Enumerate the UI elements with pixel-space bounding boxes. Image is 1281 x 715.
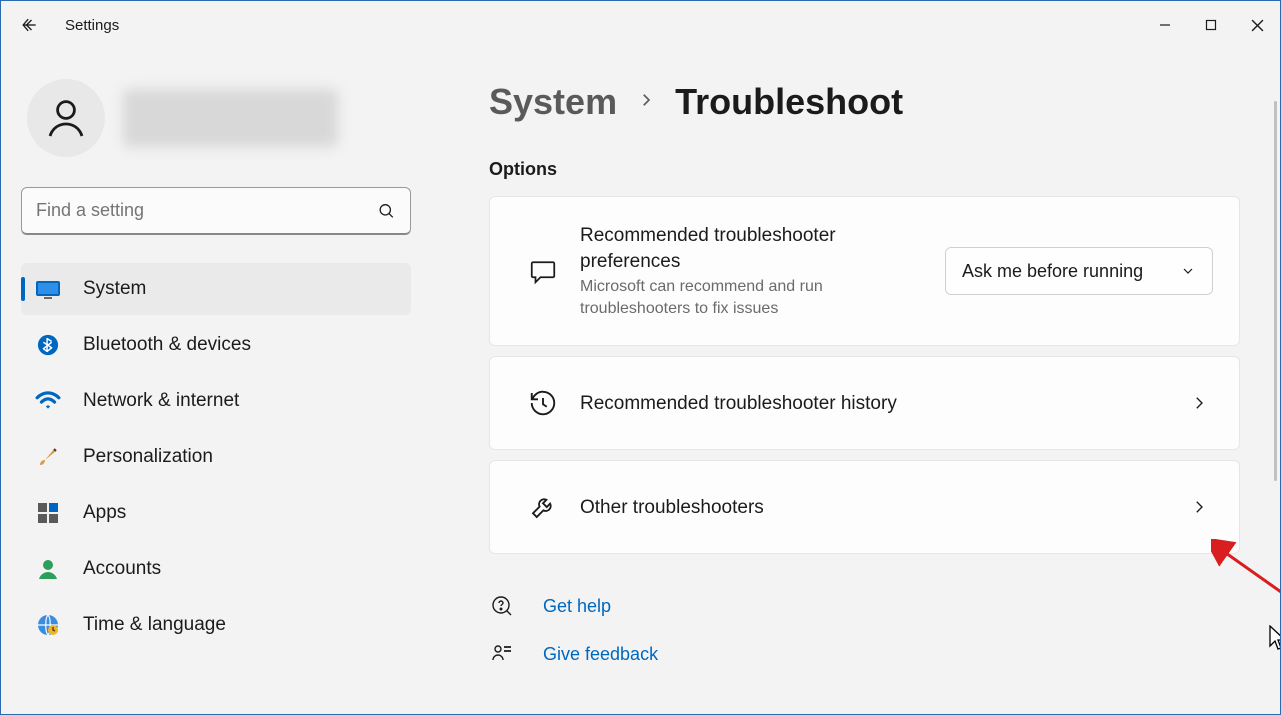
sidebar-item-label: System (83, 278, 146, 300)
breadcrumb-current: Troubleshoot (675, 81, 903, 123)
dropdown-value: Ask me before running (962, 261, 1143, 282)
breadcrumb-parent[interactable]: System (489, 81, 617, 123)
card-body: Recommended troubleshooter history (570, 391, 1185, 417)
card-body: Recommended troubleshooter preferences M… (570, 223, 945, 319)
get-help-link[interactable]: Get help (489, 594, 1240, 618)
search-icon (377, 201, 396, 221)
chevron-down-icon (1180, 263, 1196, 279)
sidebar-item-label: Apps (83, 502, 126, 524)
settings-window: Settings (0, 0, 1281, 715)
sidebar-item-label: Time & language (83, 614, 226, 636)
card-title: Other troubleshooters (580, 495, 1167, 521)
display-icon (35, 276, 61, 302)
sidebar-item-time-language[interactable]: Time & language (21, 599, 411, 651)
main-content: System Troubleshoot Options Recommended … (441, 49, 1280, 714)
close-icon (1251, 19, 1264, 32)
maximize-icon (1205, 19, 1217, 31)
sidebar-item-label: Network & internet (83, 390, 239, 412)
sidebar-item-label: Bluetooth & devices (83, 334, 251, 356)
sidebar-item-apps[interactable]: Apps (21, 487, 411, 539)
help-link-label: Get help (543, 596, 611, 617)
section-label-options: Options (489, 159, 1240, 180)
card-other-troubleshooters[interactable]: Other troubleshooters (489, 460, 1240, 554)
window-controls (1142, 9, 1280, 41)
chat-icon (516, 256, 570, 286)
sidebar-item-network[interactable]: Network & internet (21, 375, 411, 427)
card-body: Other troubleshooters (570, 495, 1185, 521)
sidebar-item-label: Personalization (83, 446, 213, 468)
globe-icon (35, 612, 61, 638)
help-icon (489, 594, 515, 618)
bluetooth-icon (35, 332, 61, 358)
scrollbar-thumb[interactable] (1274, 101, 1277, 481)
close-button[interactable] (1234, 9, 1280, 41)
card-troubleshooter-preferences: Recommended troubleshooter preferences M… (489, 196, 1240, 346)
person-icon (42, 94, 90, 142)
history-icon (516, 388, 570, 418)
person-icon (35, 556, 61, 582)
wrench-icon (516, 492, 570, 522)
title-bar-left: Settings (13, 9, 119, 41)
nav: System Bluetooth & devices Network & int… (21, 263, 411, 651)
minimize-button[interactable] (1142, 9, 1188, 41)
search-box[interactable] (21, 187, 411, 235)
chevron-right-icon (637, 86, 655, 118)
profile-block[interactable] (27, 79, 411, 157)
mouse-cursor-icon (1269, 625, 1280, 651)
apps-icon (35, 500, 61, 526)
preferences-dropdown[interactable]: Ask me before running (945, 247, 1213, 295)
chevron-right-icon (1185, 498, 1213, 516)
card-title: Recommended troubleshooter preferences (580, 223, 927, 274)
card-troubleshooter-history[interactable]: Recommended troubleshooter history (489, 356, 1240, 450)
card-subtitle: Microsoft can recommend and run troubles… (580, 276, 927, 319)
back-button[interactable] (13, 9, 45, 41)
minimize-icon (1159, 19, 1171, 31)
body-area: System Bluetooth & devices Network & int… (1, 49, 1280, 714)
sidebar: System Bluetooth & devices Network & int… (1, 49, 441, 714)
profile-name-redacted (123, 89, 338, 147)
sidebar-item-accounts[interactable]: Accounts (21, 543, 411, 595)
help-links: Get help Give feedback (489, 594, 1240, 666)
sidebar-item-personalization[interactable]: Personalization (21, 431, 411, 483)
app-title: Settings (65, 17, 119, 34)
maximize-button[interactable] (1188, 9, 1234, 41)
breadcrumb: System Troubleshoot (489, 81, 1240, 123)
sidebar-item-system[interactable]: System (21, 263, 411, 315)
chevron-right-icon (1185, 394, 1213, 412)
sidebar-item-bluetooth[interactable]: Bluetooth & devices (21, 319, 411, 371)
give-feedback-link[interactable]: Give feedback (489, 642, 1240, 666)
feedback-icon (489, 642, 515, 666)
title-bar: Settings (1, 1, 1280, 49)
avatar (27, 79, 105, 157)
help-link-label: Give feedback (543, 644, 658, 665)
card-title: Recommended troubleshooter history (580, 391, 1167, 417)
wifi-icon (35, 388, 61, 414)
search-input[interactable] (36, 200, 377, 221)
sidebar-item-label: Accounts (83, 558, 161, 580)
brush-icon (35, 444, 61, 470)
